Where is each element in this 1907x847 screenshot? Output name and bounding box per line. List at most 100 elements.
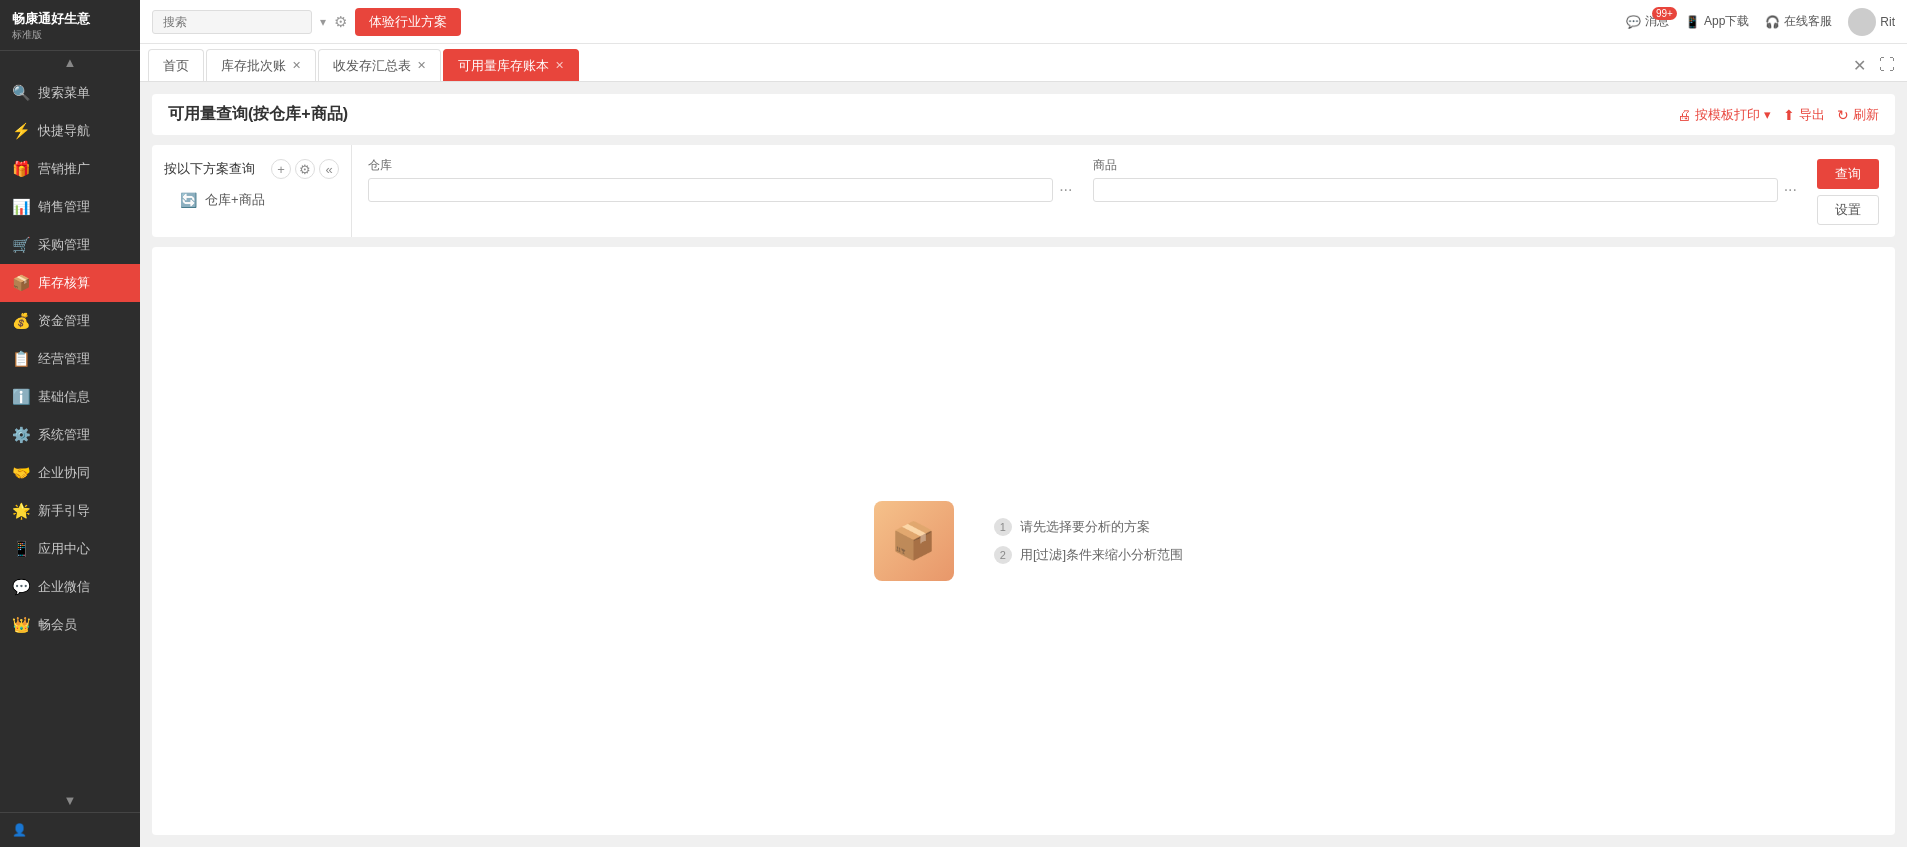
sidebar-item-corp-collab[interactable]: 🤝 企业协同 <box>0 454 140 492</box>
sidebar-item-app-center[interactable]: 📱 应用中心 <box>0 530 140 568</box>
topbar-right: 💬 消息 99+ 📱 App下载 🎧 在线客服 Rit <box>1626 8 1895 36</box>
dropdown-chevron-icon[interactable]: ▾ <box>320 15 326 29</box>
sidebar-scroll: 🔍 搜索菜单 ⚡ 快捷导航 🎁 营销推广 📊 销售管理 🛒 采购管理 📦 库存核… <box>0 74 140 789</box>
lightning-icon: ⚡ <box>12 122 30 140</box>
print-label: 按模板打印 <box>1695 106 1760 124</box>
sidebar-item-sales[interactable]: 📊 销售管理 <box>0 188 140 226</box>
sidebar-item-guide[interactable]: 🌟 新手引导 <box>0 492 140 530</box>
main-area: ▾ ⚙ 体验行业方案 💬 消息 99+ 📱 App下载 🎧 在线客服 Rit <box>140 0 1907 847</box>
scroll-up-btn[interactable]: ▲ <box>0 51 140 74</box>
print-dropdown-icon: ▾ <box>1764 107 1771 122</box>
filter-left-actions: + ⚙ « <box>271 159 339 179</box>
export-btn[interactable]: ⬆ 导出 <box>1783 106 1825 124</box>
page-content: 可用量查询(按仓库+商品) 🖨 按模板打印 ▾ ⬆ 导出 ↻ 刷新 <box>140 82 1907 847</box>
page-title: 可用量查询(按仓库+商品) <box>168 104 1677 125</box>
sidebar-item-label: 基础信息 <box>38 388 90 406</box>
sidebar-item-basic[interactable]: ℹ️ 基础信息 <box>0 378 140 416</box>
collapse-filter-btn[interactable]: « <box>319 159 339 179</box>
sidebar-item-system[interactable]: ⚙️ 系统管理 <box>0 416 140 454</box>
expand-tab-btn[interactable]: ⛶ <box>1875 53 1899 77</box>
empty-state: 1 请先选择要分析的方案 2 用[过滤]条件来缩小分析范围 <box>152 247 1895 835</box>
tab-close-icon[interactable]: ✕ <box>555 59 564 72</box>
gift-icon: 🎁 <box>12 160 30 178</box>
crown-icon: 👑 <box>12 616 30 634</box>
tab-available-qty[interactable]: 可用量库存账本 ✕ <box>443 49 579 81</box>
handshake-icon: 🤝 <box>12 464 30 482</box>
add-scheme-btn[interactable]: + <box>271 159 291 179</box>
sidebar-logo: 畅康通好生意 标准版 <box>0 0 140 51</box>
clipboard-icon: 📋 <box>12 350 30 368</box>
close-tab-btn[interactable]: ✕ <box>1847 53 1871 77</box>
page-header-actions: 🖨 按模板打印 ▾ ⬆ 导出 ↻ 刷新 <box>1677 106 1879 124</box>
warehouse-label: 仓库 <box>368 157 1073 174</box>
scheme-item-warehouse-product[interactable]: 🔄 仓库+商品 <box>152 183 351 217</box>
chat-icon: 💬 <box>12 578 30 596</box>
app-download-btn[interactable]: 📱 App下载 <box>1685 13 1749 30</box>
tab-label: 可用量库存账本 <box>458 57 549 75</box>
box-icon: 📦 <box>12 274 30 292</box>
sidebar-item-label: 采购管理 <box>38 236 90 254</box>
warehouse-input[interactable] <box>368 178 1053 202</box>
tip-text-2: 用[过滤]条件来缩小分析范围 <box>1020 546 1183 564</box>
sidebar-item-label: 营销推广 <box>38 160 90 178</box>
product-input-row: ··· <box>1093 178 1798 202</box>
filter-section-label: 按以下方案查询 <box>164 160 255 178</box>
tab-inventory-batch[interactable]: 库存批次账 ✕ <box>206 49 316 81</box>
scroll-down-btn[interactable]: ▼ <box>0 789 140 812</box>
scheme-settings-btn[interactable]: ⚙ <box>295 159 315 179</box>
sidebar-item-purchase[interactable]: 🛒 采购管理 <box>0 226 140 264</box>
filter-action-buttons: 查询 设置 <box>1817 157 1879 225</box>
sidebar: 畅康通好生意 标准版 ▲ 🔍 搜索菜单 ⚡ 快捷导航 🎁 营销推广 📊 销售管理… <box>0 0 140 847</box>
online-service-btn[interactable]: 🎧 在线客服 <box>1765 13 1832 30</box>
query-btn[interactable]: 查询 <box>1817 159 1879 189</box>
tip-num-1: 1 <box>994 518 1012 536</box>
sidebar-item-search[interactable]: 🔍 搜索菜单 <box>0 74 140 112</box>
star-icon: 🌟 <box>12 502 30 520</box>
sidebar-item-label: 畅会员 <box>38 616 77 634</box>
trial-btn[interactable]: 体验行业方案 <box>355 8 461 36</box>
tab-home[interactable]: 首页 <box>148 49 204 81</box>
message-icon: 💬 <box>1626 15 1641 29</box>
empty-tips: 1 请先选择要分析的方案 2 用[过滤]条件来缩小分析范围 <box>994 518 1183 564</box>
warehouse-more-icon[interactable]: ··· <box>1059 181 1072 199</box>
message-badge: 99+ <box>1652 7 1677 20</box>
warehouse-filter-group: 仓库 ··· <box>368 157 1073 202</box>
tab-close-icon[interactable]: ✕ <box>292 59 301 72</box>
warehouse-input-row: ··· <box>368 178 1073 202</box>
headset-icon: 🎧 <box>1765 15 1780 29</box>
sidebar-item-member[interactable]: 👑 畅会员 <box>0 606 140 644</box>
sidebar-item-corp-wechat[interactable]: 💬 企业微信 <box>0 568 140 606</box>
sidebar-item-label: 销售管理 <box>38 198 90 216</box>
refresh-btn[interactable]: ↻ 刷新 <box>1837 106 1879 124</box>
print-btn[interactable]: 🖨 按模板打印 ▾ <box>1677 106 1771 124</box>
download-icon: 📱 <box>1685 15 1700 29</box>
sidebar-item-marketing[interactable]: 🎁 营销推广 <box>0 150 140 188</box>
filter-area: 按以下方案查询 + ⚙ « 🔄 仓库+商品 仓库 <box>152 145 1895 237</box>
topbar: ▾ ⚙ 体验行业方案 💬 消息 99+ 📱 App下载 🎧 在线客服 Rit <box>140 0 1907 44</box>
sidebar-item-label: 企业协同 <box>38 464 90 482</box>
print-icon: 🖨 <box>1677 107 1691 123</box>
search-input[interactable] <box>152 10 312 34</box>
sidebar-item-shortcut[interactable]: ⚡ 快捷导航 <box>0 112 140 150</box>
product-input[interactable] <box>1093 178 1778 202</box>
search-icon: 🔍 <box>12 84 30 102</box>
app-name: 畅康通好生意 <box>12 10 128 28</box>
sidebar-footer: 👤 <box>0 812 140 847</box>
scheme-label: 仓库+商品 <box>205 191 265 209</box>
filter-settings-btn[interactable]: 设置 <box>1817 195 1879 225</box>
sidebar-item-ops[interactable]: 📋 经营管理 <box>0 340 140 378</box>
tab-recv-summary[interactable]: 收发存汇总表 ✕ <box>318 49 441 81</box>
page-header: 可用量查询(按仓库+商品) 🖨 按模板打印 ▾ ⬆ 导出 ↻ 刷新 <box>152 94 1895 135</box>
product-label: 商品 <box>1093 157 1798 174</box>
settings-icon[interactable]: ⚙ <box>334 13 347 31</box>
user-profile-btn[interactable]: Rit <box>1848 8 1895 36</box>
message-btn[interactable]: 💬 消息 99+ <box>1626 13 1669 30</box>
sidebar-item-label: 库存核算 <box>38 274 90 292</box>
product-more-icon[interactable]: ··· <box>1784 181 1797 199</box>
sidebar-item-finance[interactable]: 💰 资金管理 <box>0 302 140 340</box>
tab-close-icon[interactable]: ✕ <box>417 59 426 72</box>
tab-label: 库存批次账 <box>221 57 286 75</box>
sidebar-item-inventory[interactable]: 📦 库存核算 <box>0 264 140 302</box>
product-filter-group: 商品 ··· <box>1093 157 1798 202</box>
export-icon: ⬆ <box>1783 107 1795 123</box>
